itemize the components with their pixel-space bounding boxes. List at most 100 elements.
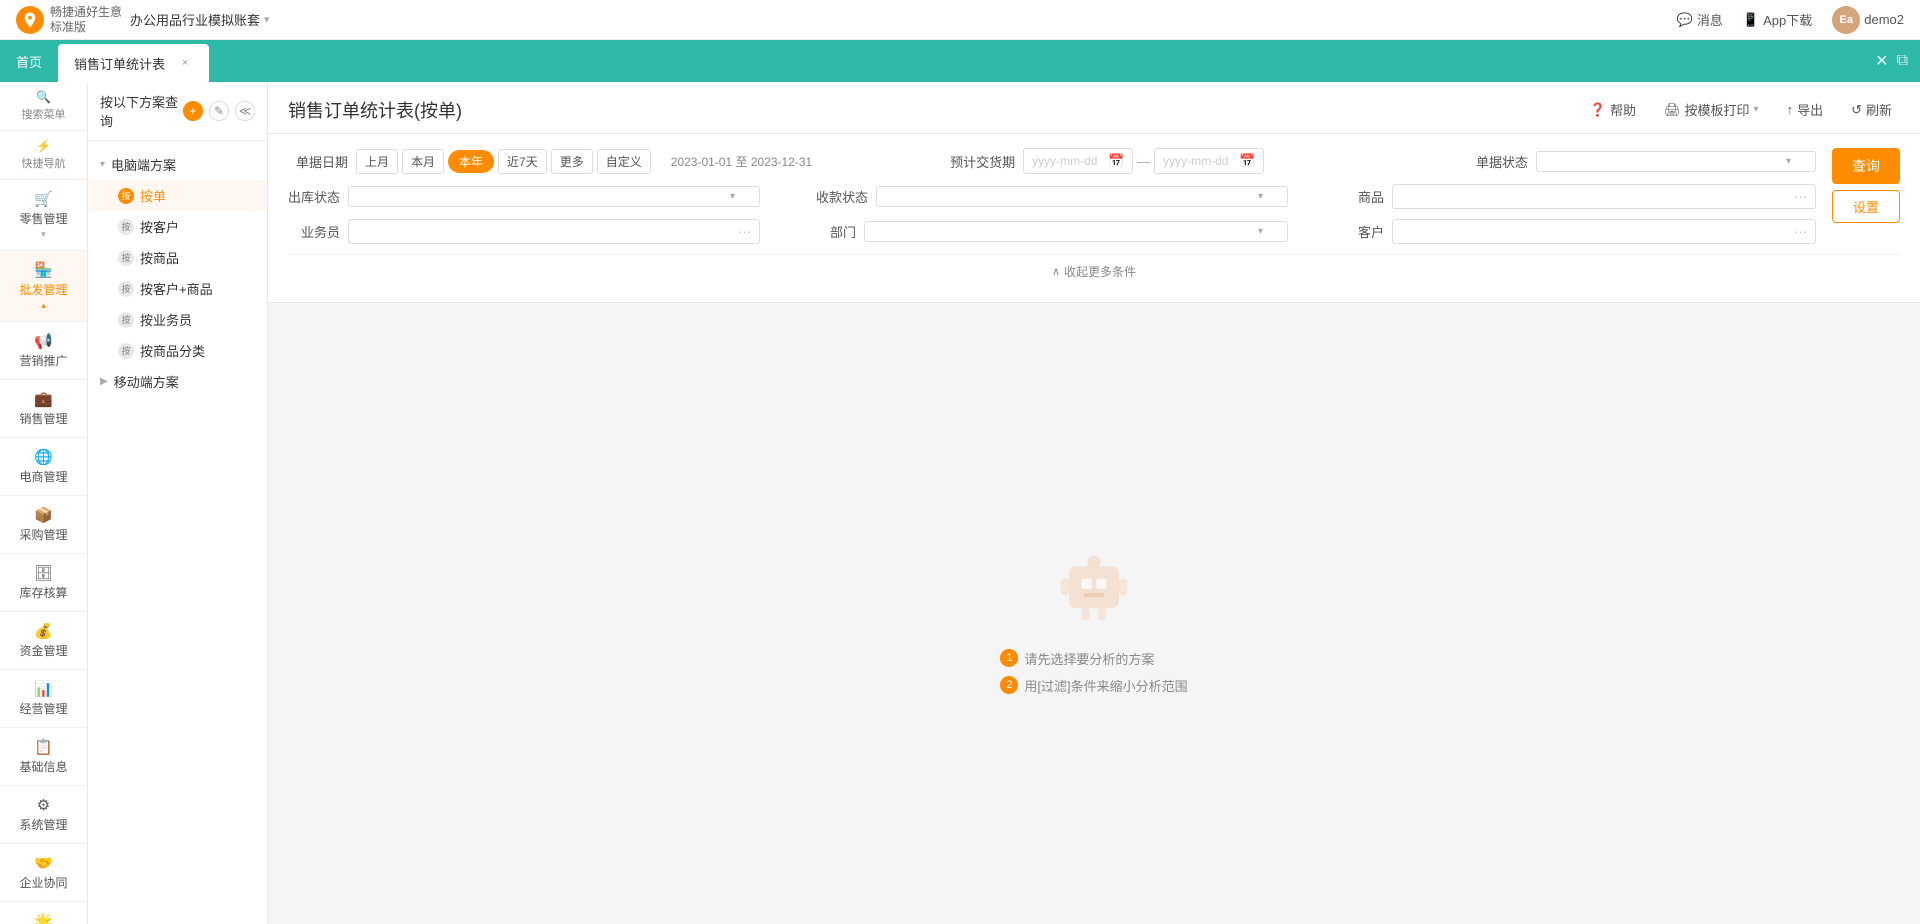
filter-area: 单据日期 上月 本月 本年 近7天 更多 自定义	[268, 134, 1920, 303]
date-btn-last-7-days[interactable]: 近7天	[498, 149, 547, 174]
query-buttons-column: 查询 设置	[1832, 148, 1900, 223]
retail-icon: 🛒	[34, 190, 53, 208]
sales-icon: 💼	[34, 390, 53, 408]
sidebar: 🔍 搜索菜单 ⚡ 快捷导航 🛒 零售管理 ▾ 🏪 批发管理 ▴ 📢 营销推广 💼…	[0, 82, 88, 924]
filter-salesperson-cell: 业务员 ···	[288, 219, 760, 244]
sidebar-item-system[interactable]: ⚙ 系统管理	[0, 786, 87, 844]
query-button[interactable]: 查询	[1832, 148, 1900, 184]
goods-input[interactable]: ···	[1392, 184, 1816, 209]
export-button[interactable]: ↑ 导出	[1779, 96, 1832, 123]
settings-button[interactable]: 设置	[1832, 190, 1900, 223]
tab-close-icon[interactable]: ×	[177, 55, 193, 71]
app-download-button[interactable]: 📱 App下载	[1743, 10, 1812, 29]
user-menu[interactable]: Ea demo2	[1832, 6, 1904, 34]
app-download-icon: 📱	[1743, 12, 1759, 28]
sidebar-item-sales[interactable]: 💼 销售管理	[0, 380, 87, 438]
shipping-status-arrow-icon: ▾	[730, 191, 735, 202]
page-title: 销售订单统计表(按单)	[288, 97, 462, 123]
goods-more-icon[interactable]: ···	[1794, 189, 1807, 204]
edit-scheme-button[interactable]: ✎	[209, 101, 229, 121]
sidebar-item-enterprise[interactable]: 🤝 企业协同	[0, 844, 87, 902]
sidebar-item-wholesale[interactable]: 🏪 批发管理 ▴	[0, 251, 87, 322]
sidebar-item-ecommerce[interactable]: 🌐 电商管理	[0, 438, 87, 496]
top-filter-row: 单据日期 上月 本月 本年 近7天 更多 自定义	[288, 148, 1900, 244]
sidebar-quick-nav[interactable]: ⚡ 快捷导航	[0, 131, 87, 180]
calendar-icon: 📅	[1108, 153, 1124, 169]
date-btn-last-month[interactable]: 上月	[356, 149, 398, 174]
quick-nav-icon: ⚡	[36, 139, 51, 153]
salesperson-input[interactable]: ···	[348, 219, 760, 244]
avatar: Ea	[1832, 6, 1860, 34]
template-print-button[interactable]: 🖨 按模板打印 ▾	[1656, 96, 1767, 123]
purchase-icon: 📦	[34, 506, 53, 524]
sidebar-item-newcomer[interactable]: 🌟 新手引导	[0, 902, 87, 924]
tip-num-2: 2	[1000, 676, 1018, 694]
empty-tip-2: 2 用[过滤]条件来缩小分析范围	[1000, 676, 1187, 695]
expected-delivery-to[interactable]: yyyy-mm-dd 📅	[1154, 148, 1264, 174]
date-btn-more[interactable]: 更多	[551, 149, 593, 174]
help-button[interactable]: ❓ 帮助	[1582, 96, 1644, 123]
filter-date-cell: 单据日期 上月 本月 本年 近7天 更多 自定义	[288, 149, 651, 174]
tree-item-by-salesperson[interactable]: 按 按业务员	[88, 304, 267, 335]
breadcrumb[interactable]: 办公用品行业模拟账套 ▾	[130, 10, 270, 29]
chevron-up-icon: ▴	[41, 300, 46, 311]
customer-more-icon[interactable]: ···	[1794, 224, 1807, 239]
sidebar-item-basic-info[interactable]: 📋 基础信息	[0, 728, 87, 786]
customer-input[interactable]: ···	[1392, 219, 1816, 244]
scheme-icon-by-customer-goods: 按	[118, 281, 134, 297]
expected-delivery-from[interactable]: yyyy-mm-dd 📅	[1023, 148, 1133, 174]
refresh-icon: ↺	[1851, 102, 1862, 118]
payment-status-select[interactable]: ▾	[876, 186, 1288, 207]
date-btn-custom[interactable]: 自定义	[597, 149, 651, 174]
left-panel-header: 按以下方案查询 + ✎ ≪	[88, 82, 267, 141]
salesperson-more-icon[interactable]: ···	[738, 224, 751, 239]
tree-mobile-section[interactable]: ▶ 移动端方案	[88, 366, 267, 397]
edit-icon: ✎	[214, 104, 224, 118]
tree-item-by-customer-goods[interactable]: 按 按客户+商品	[88, 273, 267, 304]
filter-row-3: 业务员 ··· 部门 ▾	[288, 219, 1816, 244]
tab-sales-order-stats[interactable]: 销售订单统计表 ×	[58, 44, 209, 82]
empty-tip-1: 1 请先选择要分析的方案	[1000, 649, 1187, 668]
tree-desktop-section[interactable]: ▾ 电脑端方案	[88, 149, 267, 180]
filter-customer-cell: 客户 ···	[1344, 219, 1816, 244]
collapse-panel-button[interactable]: ≪	[235, 101, 255, 121]
sidebar-search[interactable]: 🔍 搜索菜单	[0, 82, 87, 131]
sidebar-item-finance[interactable]: 💰 资金管理	[0, 612, 87, 670]
refresh-button[interactable]: ↺ 刷新	[1843, 96, 1900, 123]
tab-restore-icon[interactable]: ⧉	[1897, 52, 1908, 70]
scheme-icon-by-customer: 按	[118, 219, 134, 235]
sidebar-item-operations[interactable]: 📊 经营管理	[0, 670, 87, 728]
add-scheme-button[interactable]: +	[183, 101, 203, 121]
left-panel: 按以下方案查询 + ✎ ≪ ▾ 电脑端方案 按	[88, 82, 268, 924]
marketing-icon: 📢	[34, 332, 53, 350]
department-select[interactable]: ▾	[864, 221, 1288, 242]
sidebar-item-marketing[interactable]: 📢 营销推广	[0, 322, 87, 380]
filter-payment-status-cell: 收款状态 ▾	[816, 186, 1288, 207]
expected-delivery-range: yyyy-mm-dd 📅 — yyyy-mm-dd 📅	[1023, 148, 1264, 174]
tree-item-by-order[interactable]: 按 按单	[88, 180, 267, 211]
date-btn-this-month[interactable]: 本月	[402, 149, 444, 174]
page-header-actions: ❓ 帮助 🖨 按模板打印 ▾ ↑ 导出 ↺ 刷新	[1582, 96, 1900, 123]
tree-item-by-customer[interactable]: 按 按客户	[88, 211, 267, 242]
scheme-icon-by-goods: 按	[118, 250, 134, 266]
tab-home[interactable]: 首页	[0, 40, 58, 82]
date-btn-this-year[interactable]: 本年	[448, 150, 494, 173]
message-button[interactable]: 💬 消息	[1677, 10, 1723, 29]
collapse-more-conditions[interactable]: ∧ 收起更多条件	[288, 254, 1900, 288]
sidebar-item-purchase[interactable]: 📦 采购管理	[0, 496, 87, 554]
tree-item-by-category[interactable]: 按 按商品分类	[88, 335, 267, 366]
newcomer-icon: 🌟	[34, 912, 53, 924]
content-area: 按以下方案查询 + ✎ ≪ ▾ 电脑端方案 按	[88, 82, 1920, 924]
shipping-status-select[interactable]: ▾	[348, 186, 760, 207]
system-icon: ⚙	[37, 796, 50, 814]
sidebar-item-retail[interactable]: 🛒 零售管理 ▾	[0, 180, 87, 251]
print-arrow-icon: ▾	[1754, 104, 1759, 115]
tab-close-window-icon[interactable]: ✕	[1875, 51, 1888, 71]
doc-status-select[interactable]: ▾	[1536, 151, 1816, 172]
empty-illustration	[1044, 533, 1144, 633]
tree-item-by-goods[interactable]: 按 按商品	[88, 242, 267, 273]
wholesale-icon: 🏪	[34, 261, 53, 279]
sidebar-item-inventory[interactable]: 🗄 库存核算	[0, 554, 87, 612]
filter-row-1: 单据日期 上月 本月 本年 近7天 更多 自定义	[288, 148, 1816, 174]
main-layout: 🔍 搜索菜单 ⚡ 快捷导航 🛒 零售管理 ▾ 🏪 批发管理 ▴ 📢 营销推广 💼…	[0, 82, 1920, 924]
